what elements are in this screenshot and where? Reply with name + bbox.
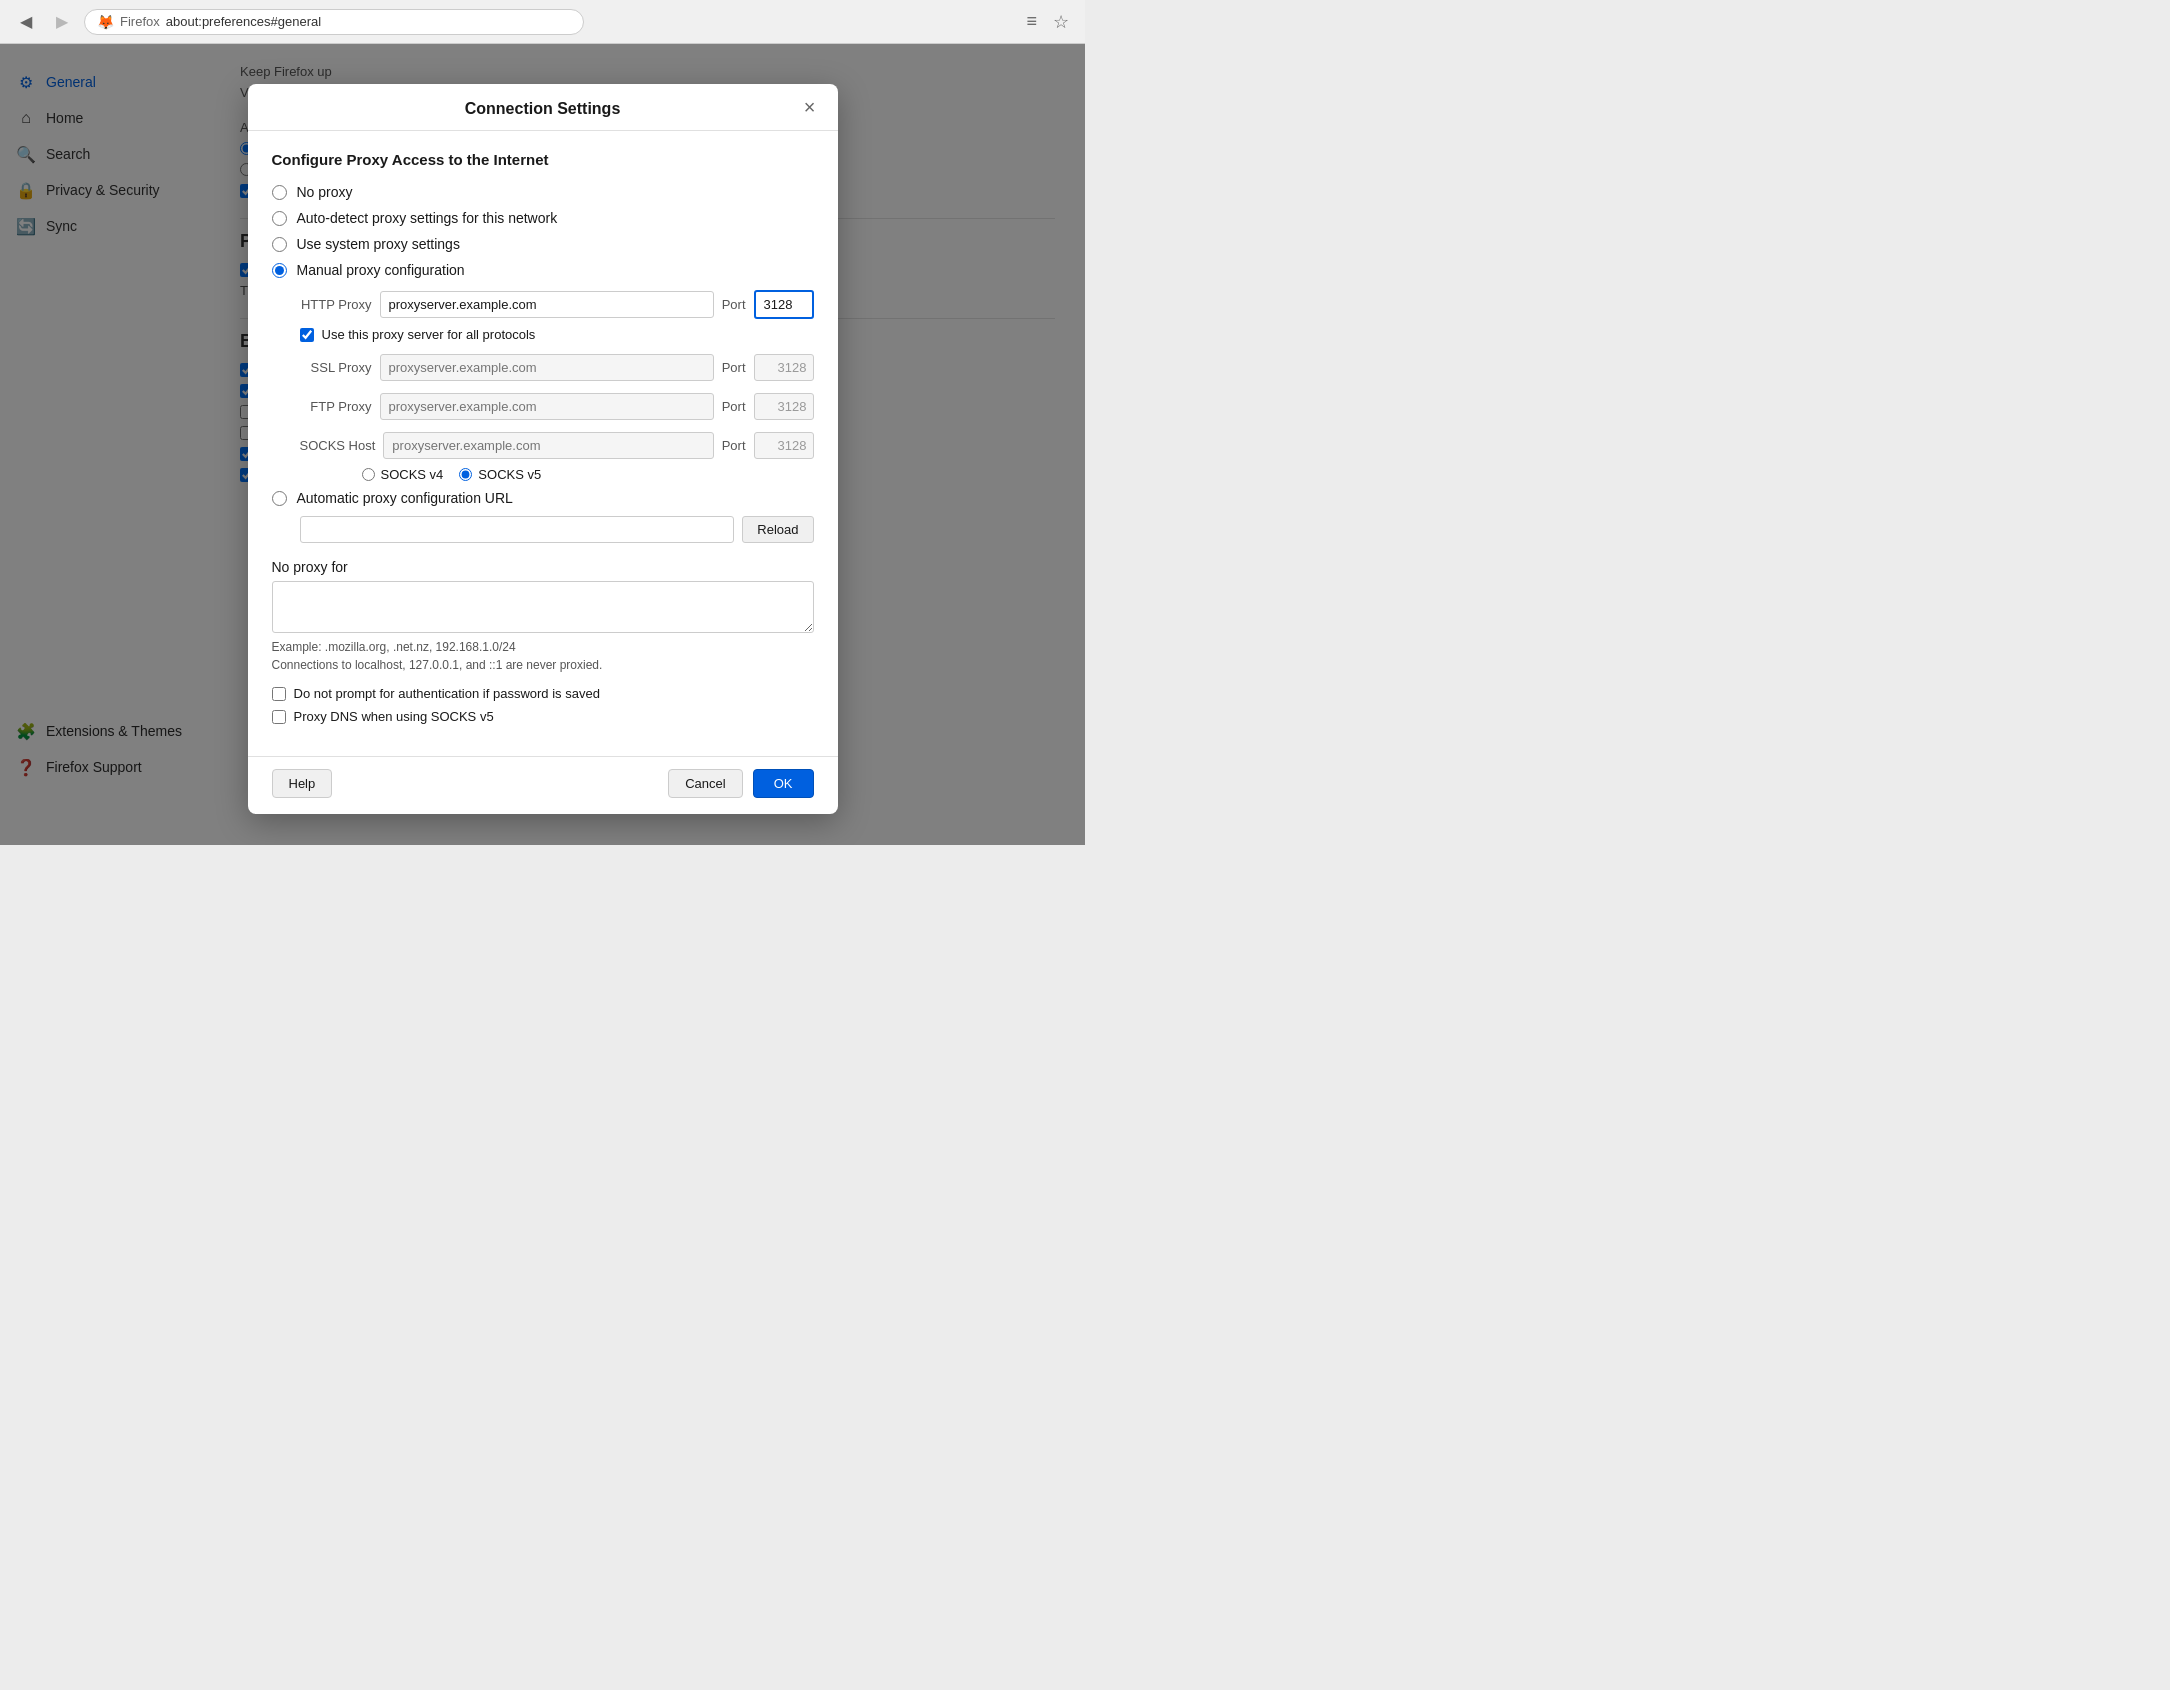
noproxy-example: Example: .mozilla.org, .net.nz, 192.168.…: [272, 640, 814, 654]
help-button[interactable]: Help: [272, 769, 333, 798]
ssl-port-input[interactable]: [754, 354, 814, 381]
system-proxy-label: Use system proxy settings: [297, 236, 460, 252]
noproxy-input[interactable]: [272, 581, 814, 633]
bottom-checks: Do not prompt for authentication if pass…: [272, 686, 814, 724]
proxy-dns-label: Proxy DNS when using SOCKS v5: [294, 709, 494, 724]
socks-v5-radio[interactable]: [459, 468, 472, 481]
system-proxy-radio[interactable]: [272, 237, 287, 252]
list-button[interactable]: ≡: [1022, 7, 1041, 36]
auto-detect-radio[interactable]: [272, 211, 287, 226]
ftp-port-input[interactable]: [754, 393, 814, 420]
auto-proxy-url-input-row: Reload: [300, 516, 814, 543]
http-proxy-input[interactable]: [380, 291, 714, 318]
toolbar-right: ≡ ☆: [1022, 7, 1073, 37]
socks-version-row: SOCKS v4 SOCKS v5: [362, 467, 814, 482]
socks-host-row: SOCKS Host Port: [300, 432, 814, 459]
connection-settings-dialog: Connection Settings × Configure Proxy Ac…: [248, 84, 838, 814]
auto-proxy-url-input[interactable]: [300, 516, 735, 543]
use-for-all-label: Use this proxy server for all protocols: [322, 327, 536, 342]
manual-proxy-option[interactable]: Manual proxy configuration: [272, 262, 814, 278]
socks-port-label: Port: [722, 438, 746, 453]
proxy-dns-checkbox[interactable]: [272, 710, 286, 724]
auto-detect-label: Auto-detect proxy settings for this netw…: [297, 210, 558, 226]
ftp-proxy-label: FTP Proxy: [300, 399, 372, 414]
socks-v4-option[interactable]: SOCKS v4: [362, 467, 444, 482]
proxy-section-title: Configure Proxy Access to the Internet: [272, 151, 814, 168]
socks-port-input[interactable]: [754, 432, 814, 459]
http-proxy-label: HTTP Proxy: [300, 297, 372, 312]
socks-v4-label: SOCKS v4: [381, 467, 444, 482]
browser-chrome: ◀ ▶ 🦊 Firefox about:preferences#general …: [0, 0, 1085, 44]
noproxy-label: No proxy for: [272, 559, 814, 575]
dialog-body: Configure Proxy Access to the Internet N…: [248, 131, 838, 748]
firefox-label: Firefox: [120, 14, 160, 29]
dialog-footer: Help Cancel OK: [248, 756, 838, 814]
firefox-icon: 🦊: [97, 14, 114, 30]
socks-host-input[interactable]: [383, 432, 713, 459]
no-proxy-option[interactable]: No proxy: [272, 184, 814, 200]
use-for-all-checkbox[interactable]: [300, 328, 314, 342]
ssl-proxy-input[interactable]: [380, 354, 714, 381]
socks-v5-label: SOCKS v5: [478, 467, 541, 482]
back-button[interactable]: ◀: [12, 8, 40, 36]
star-button[interactable]: ☆: [1049, 7, 1073, 37]
modal-overlay: Connection Settings × Configure Proxy Ac…: [0, 44, 1085, 845]
http-port-input[interactable]: [754, 290, 814, 319]
auto-proxy-url-option[interactable]: Automatic proxy configuration URL: [272, 490, 814, 506]
ssl-proxy-row: SSL Proxy Port: [300, 354, 814, 381]
use-for-all-row: Use this proxy server for all protocols: [300, 327, 814, 342]
no-proxy-label: No proxy: [297, 184, 353, 200]
ssl-port-label: Port: [722, 360, 746, 375]
auto-proxy-url-radio[interactable]: [272, 491, 287, 506]
http-port-label: Port: [722, 297, 746, 312]
cancel-button[interactable]: Cancel: [668, 769, 742, 798]
socks-v4-radio[interactable]: [362, 468, 375, 481]
noproxy-section: No proxy for Example: .mozilla.org, .net…: [272, 559, 814, 672]
ftp-port-label: Port: [722, 399, 746, 414]
no-proxy-radio[interactable]: [272, 185, 287, 200]
no-auth-prompt-row: Do not prompt for authentication if pass…: [272, 686, 814, 701]
ssl-proxy-label: SSL Proxy: [300, 360, 372, 375]
ok-button[interactable]: OK: [753, 769, 814, 798]
dialog-title: Connection Settings: [465, 100, 621, 118]
no-auth-checkbox[interactable]: [272, 687, 286, 701]
dialog-header: Connection Settings ×: [248, 84, 838, 131]
main-content: ⚙ General ⌂ Home 🔍 Search 🔒 Privacy & Se…: [0, 44, 1085, 845]
manual-proxy-radio[interactable]: [272, 263, 287, 278]
ftp-proxy-row: FTP Proxy Port: [300, 393, 814, 420]
dialog-close-button[interactable]: ×: [798, 95, 822, 119]
address-bar[interactable]: 🦊 Firefox about:preferences#general: [84, 9, 584, 35]
no-auth-label: Do not prompt for authentication if pass…: [294, 686, 600, 701]
manual-proxy-label: Manual proxy configuration: [297, 262, 465, 278]
auto-proxy-url-label: Automatic proxy configuration URL: [297, 490, 513, 506]
proxy-dns-row: Proxy DNS when using SOCKS v5: [272, 709, 814, 724]
footer-right: Cancel OK: [668, 769, 813, 798]
address-text: about:preferences#general: [166, 14, 321, 29]
reload-button[interactable]: Reload: [742, 516, 813, 543]
socks-v5-option[interactable]: SOCKS v5: [459, 467, 541, 482]
forward-button[interactable]: ▶: [48, 8, 76, 36]
auto-detect-option[interactable]: Auto-detect proxy settings for this netw…: [272, 210, 814, 226]
noproxy-connections: Connections to localhost, 127.0.0.1, and…: [272, 658, 814, 672]
socks-host-label: SOCKS Host: [300, 438, 376, 453]
system-proxy-option[interactable]: Use system proxy settings: [272, 236, 814, 252]
http-proxy-row: HTTP Proxy Port: [300, 290, 814, 319]
ftp-proxy-input[interactable]: [380, 393, 714, 420]
